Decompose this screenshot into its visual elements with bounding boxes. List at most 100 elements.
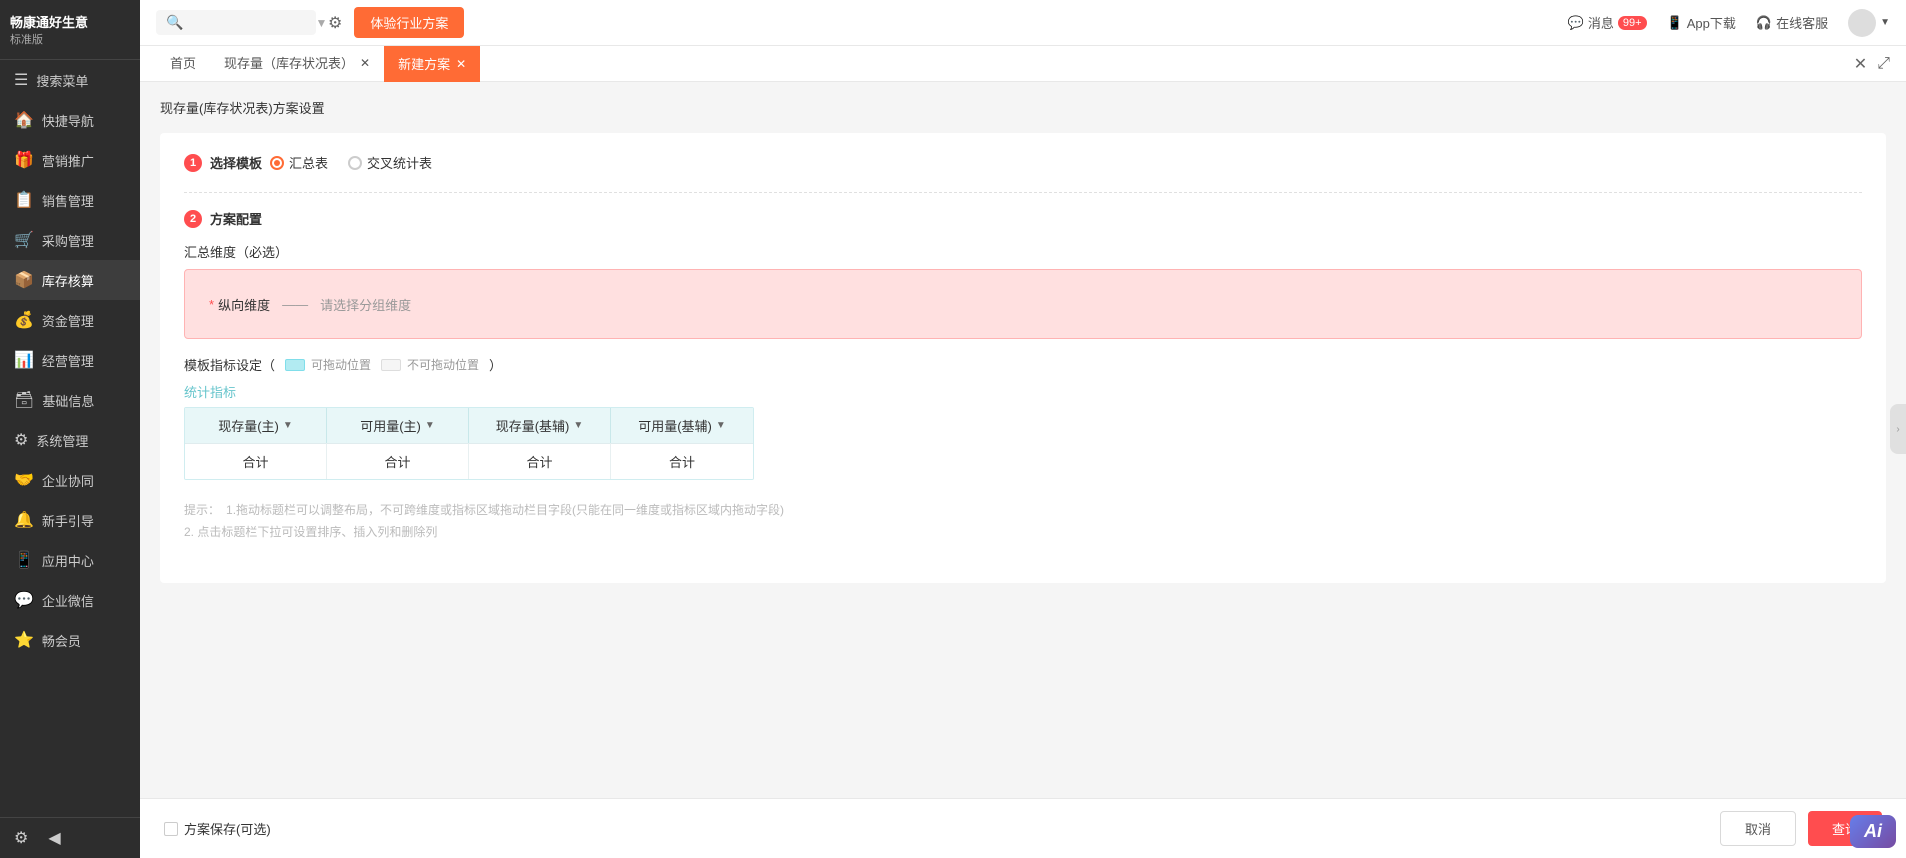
sidebar-item-finance[interactable]: 💰 资金管理 [0, 300, 140, 340]
sidebar-item-enterprise[interactable]: 🤝 企业协同 [0, 460, 140, 500]
settings-icon[interactable]: ⚙ [14, 828, 28, 848]
close-new-plan-tab-icon[interactable]: ✕ [456, 57, 466, 71]
inventory-icon: 📦 [14, 270, 34, 290]
tab-new-plan[interactable]: 新建方案 ✕ [384, 46, 480, 82]
stats-header-col2[interactable]: 可用量(主) ▼ [327, 408, 469, 443]
sidebar-logo: 畅康通好生意 标准版 [0, 0, 140, 60]
sidebar-item-basic-info[interactable]: 🗃 基础信息 [0, 380, 140, 420]
stats-data-col2: 合计 [327, 443, 469, 479]
section-config: 2 方案配置 汇总维度（必选） * 纵向维度 —— 请选择分组维度 模板指标设定… [184, 209, 1862, 543]
col2-label: 可用量(主) [360, 416, 421, 435]
col3-label: 现存量(基辅) [496, 416, 570, 435]
section2-num: 2 [184, 210, 202, 228]
section2-header: 2 方案配置 [184, 209, 1862, 228]
close-window-icon[interactable]: ✕ [1854, 54, 1867, 74]
member-icon: ⭐ [14, 630, 34, 650]
cart-icon: 🛒 [14, 230, 34, 250]
dimension-label: 汇总维度（必选） [184, 242, 1862, 261]
radio-summary[interactable]: 汇总表 [270, 153, 328, 172]
settings-card: 1 选择模板 汇总表 交叉统计表 [160, 133, 1886, 583]
stats-header-col1[interactable]: 现存量(主) ▼ [185, 408, 327, 443]
sales-icon: 📋 [14, 190, 34, 210]
col4-dropdown-icon[interactable]: ▼ [716, 420, 726, 431]
stats-header-col4[interactable]: 可用量(基辅) ▼ [611, 408, 753, 443]
sidebar-item-operations[interactable]: 📊 经营管理 [0, 340, 140, 380]
stats-data-col4: 合计 [611, 443, 753, 479]
system-icon: ⚙ [14, 430, 28, 450]
stats-header-col3[interactable]: 现存量(基辅) ▼ [469, 408, 611, 443]
user-area[interactable]: ▼ [1848, 9, 1890, 37]
gear-icon[interactable]: ⚙ [328, 13, 342, 33]
sidebar-item-label: 资金管理 [42, 311, 94, 330]
col4-label: 可用量(基辅) [638, 416, 712, 435]
tip-line2: 2. 点击标题栏下拉可设置排序、插入列和删除列 [184, 522, 1862, 544]
sidebar-item-member[interactable]: ⭐ 畅会员 [0, 620, 140, 660]
sidebar-item-label: 系统管理 [36, 431, 88, 450]
draggable-legend-box [285, 359, 305, 371]
basic-info-icon: 🗃 [14, 390, 34, 410]
content-area: 现存量(库存状况表)方案设置 1 选择模板 汇总表 交叉统计表 [140, 82, 1906, 798]
sidebar-item-quick-nav[interactable]: 🏠 快捷导航 [0, 100, 140, 140]
dimension-box[interactable]: * 纵向维度 —— 请选择分组维度 [184, 269, 1862, 339]
app-download-item[interactable]: 📱 App下载 [1667, 13, 1736, 32]
indicator-label: 模板指标设定（ 可拖动位置 不可拖动位置 ） [184, 355, 1862, 374]
search-icon: 🔍 [166, 14, 183, 31]
draggable-legend-label: 可拖动位置 [311, 356, 371, 373]
non-draggable-legend-label: 不可拖动位置 [407, 356, 479, 373]
col1-dropdown-icon[interactable]: ▼ [283, 420, 293, 431]
close-inventory-tab-icon[interactable]: ✕ [360, 56, 370, 70]
non-draggable-legend-box [381, 359, 401, 371]
home-icon: 🏠 [14, 110, 34, 130]
save-checkbox[interactable] [164, 822, 178, 836]
tab-inventory-status[interactable]: 现存量（库存状况表） ✕ [210, 46, 384, 82]
search-input[interactable] [189, 16, 309, 30]
expand-window-icon[interactable]: ⤢ [1877, 55, 1890, 73]
col3-dropdown-icon[interactable]: ▼ [573, 420, 583, 431]
col1-label: 现存量(主) [218, 416, 279, 435]
sidebar-item-wechat[interactable]: 💬 企业微信 [0, 580, 140, 620]
trial-button[interactable]: 体验行业方案 [354, 7, 464, 38]
app-subtitle: 标准版 [10, 31, 130, 47]
sidebar-item-label: 搜索菜单 [36, 71, 88, 90]
save-label: 方案保存(可选) [184, 819, 271, 838]
inventory-tab-label: 现存量（库存状况表） [224, 53, 354, 72]
sidebar-item-purchase[interactable]: 🛒 采购管理 [0, 220, 140, 260]
main-area: 🔍 ▼ ⚙ 体验行业方案 💬 消息 99+ 📱 App下载 🎧 在线客服 [140, 0, 1906, 858]
legend-non-draggable: 不可拖动位置 [381, 356, 479, 373]
radio-summary-label: 汇总表 [289, 153, 328, 172]
sidebar-item-system[interactable]: ⚙ 系统管理 [0, 420, 140, 460]
tab-home[interactable]: 首页 [156, 46, 210, 82]
messages-item[interactable]: 💬 消息 99+ [1568, 13, 1647, 32]
sidebar-item-search-menu[interactable]: ☰ 搜索菜单 [0, 60, 140, 100]
save-checkbox-area[interactable]: 方案保存(可选) [164, 819, 271, 838]
guide-icon: 🔔 [14, 510, 34, 530]
expand-icon[interactable]: ◀ [48, 828, 60, 848]
topbar-search-area[interactable]: 🔍 ▼ [156, 10, 316, 35]
sidebar-item-guide[interactable]: 🔔 新手引导 [0, 500, 140, 540]
tab-bar: 首页 现存量（库存状况表） ✕ 新建方案 ✕ ✕ ⤢ [140, 46, 1906, 82]
dimension-placeholder: 请选择分组维度 [320, 295, 411, 314]
radio-crosstab[interactable]: 交叉统计表 [348, 153, 432, 172]
sidebar-item-sales[interactable]: 📋 销售管理 [0, 180, 140, 220]
ai-badge[interactable]: Ai [1850, 815, 1896, 848]
dropdown-icon: ▼ [315, 16, 327, 30]
stats-data-col3: 合计 [469, 443, 611, 479]
right-edge-collapse[interactable]: › [1890, 404, 1906, 454]
sidebar-item-label: 基础信息 [42, 391, 94, 410]
customer-service-label: 在线客服 [1776, 13, 1828, 32]
col2-dropdown-icon[interactable]: ▼ [425, 420, 435, 431]
app-download-icon: 📱 [1667, 15, 1683, 31]
sidebar-item-inventory[interactable]: 📦 库存核算 [0, 260, 140, 300]
cancel-button[interactable]: 取消 [1720, 811, 1796, 846]
sidebar-item-label: 畅会员 [42, 631, 81, 650]
required-asterisk: * [209, 297, 214, 312]
topbar-left: 🔍 ▼ ⚙ 体验行业方案 [156, 7, 464, 38]
stats-data-row: 合计 合计 合计 合计 [185, 443, 753, 479]
customer-service-item[interactable]: 🎧 在线客服 [1756, 13, 1828, 32]
sidebar-item-app-center[interactable]: 📱 应用中心 [0, 540, 140, 580]
sidebar-item-marketing[interactable]: 🎁 营销推广 [0, 140, 140, 180]
app-title: 畅康通好生意 [10, 12, 130, 31]
sidebar-item-label: 新手引导 [42, 511, 94, 530]
sidebar: 畅康通好生意 标准版 ☰ 搜索菜单 🏠 快捷导航 🎁 营销推广 📋 销售管理 🛒… [0, 0, 140, 858]
tips-section: 提示： 1.拖动标题栏可以调整布局，不可跨维度或指标区域拖动栏目字段(只能在同一… [184, 500, 1862, 543]
